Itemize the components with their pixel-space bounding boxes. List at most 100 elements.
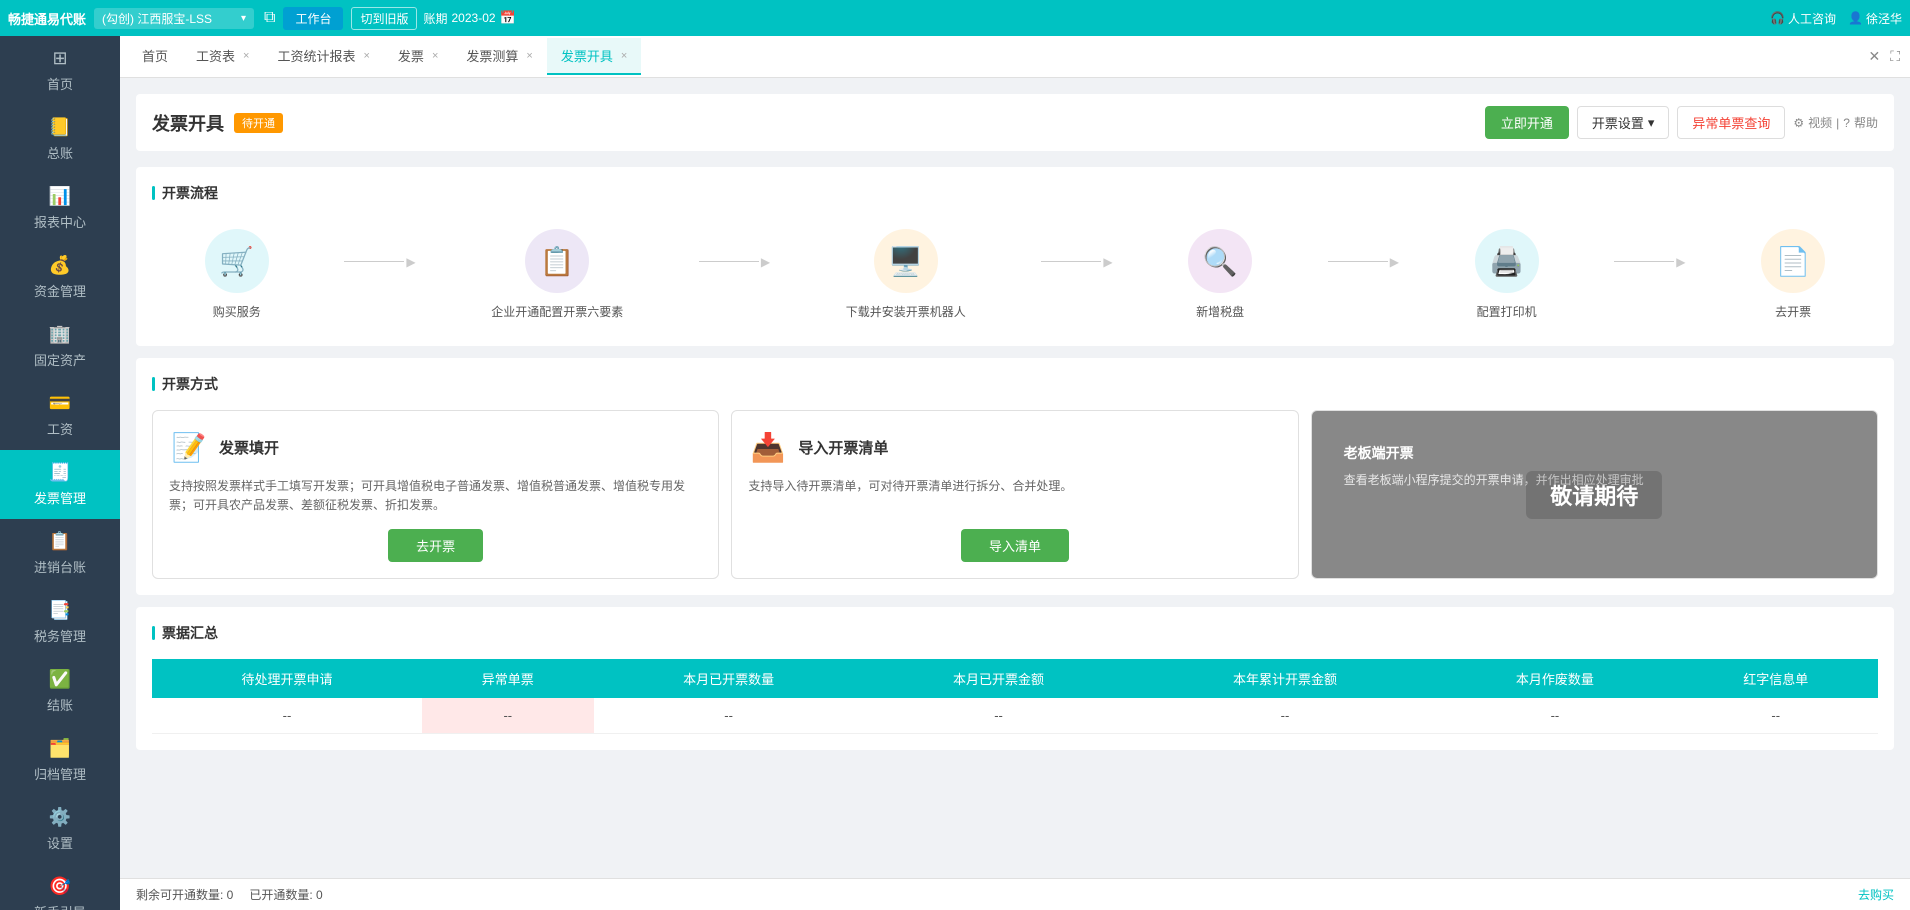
arrow-icon-1: ▶: [761, 255, 770, 269]
step-icon-5: 📄: [1761, 229, 1825, 293]
go-invoice-button[interactable]: 去开票: [388, 529, 483, 562]
sidebar-item-进销台账[interactable]: 📋 进销台账: [0, 519, 120, 588]
tab-close-5[interactable]: ×: [621, 50, 627, 62]
page-content: 发票开具 待开通 立即开通 开票设置 ▾ 异常单票查询 ⚙ 视频 | ? 帮助: [120, 78, 1910, 878]
headset-icon: 🎧: [1770, 11, 1785, 25]
stats-cell-4: --: [1134, 698, 1437, 734]
step-connector-1: ▶: [689, 255, 780, 269]
process-step-5[interactable]: 📄 去开票: [1761, 229, 1825, 320]
sidebar-label-3: 资金管理: [34, 281, 86, 300]
period-label: 账期: [423, 10, 447, 27]
step-label-4: 配置打印机: [1477, 303, 1537, 320]
tab-close-4[interactable]: ×: [526, 50, 532, 62]
tab-首页[interactable]: 首页: [128, 38, 182, 75]
sidebar-label-4: 固定资产: [34, 350, 86, 369]
sidebar-label-0: 首页: [47, 74, 73, 93]
stats-header-1: 异常单票: [422, 659, 594, 698]
main-layout: ⊞ 首页 📒 总账 📊 报表中心 💰 资金管理 🏢 固定资产 💳 工资 🧾 发票…: [0, 36, 1910, 910]
process-step-3[interactable]: 🔍 新增税盘: [1188, 229, 1252, 320]
process-step-2[interactable]: 🖥️ 下载并安装开票机器人: [846, 229, 966, 320]
remaining-quota: 剩余可开通数量: 0: [136, 886, 233, 903]
stats-header-0: 待处理开票申请: [152, 659, 422, 698]
tab-bar-controls: ✕ ⛶: [1866, 46, 1902, 67]
sidebar-icon-3: 💰: [49, 255, 71, 276]
step-label-2: 下载并安装开票机器人: [846, 303, 966, 320]
process-section: 开票流程 🛒 购买服务 ▶ 📋 企业开通配置开票六要素 ▶ 🖥️ 下载并安装开票…: [136, 167, 1894, 346]
import-list-button[interactable]: 导入清单: [961, 529, 1069, 562]
fill-method-title: 发票填开: [219, 437, 279, 458]
buy-link[interactable]: 去购买: [1858, 886, 1894, 903]
stats-cell-0: --: [152, 698, 422, 734]
workbench-button[interactable]: 工作台: [283, 7, 343, 30]
import-method-icon: 📥: [748, 427, 788, 467]
sidebar-item-固定资产[interactable]: 🏢 固定资产: [0, 312, 120, 381]
period-value[interactable]: 2023-02: [452, 11, 496, 25]
sidebar-label-7: 进销台账: [34, 557, 86, 576]
sidebar-item-资金管理[interactable]: 💰 资金管理: [0, 243, 120, 312]
sidebar-item-结账[interactable]: ✅ 结账: [0, 657, 120, 726]
abnormal-query-button[interactable]: 异常单票查询: [1677, 106, 1785, 139]
arrow-icon-2: ▶: [1103, 255, 1112, 269]
open-now-button[interactable]: 立即开通: [1485, 106, 1569, 139]
tab-发票开具[interactable]: 发票开具×: [547, 38, 641, 75]
process-title: 开票流程: [152, 183, 1878, 203]
tab-close-2[interactable]: ×: [363, 50, 369, 62]
fill-method-desc: 支持按照发票样式手工填写开发票；可开具增值税电子普通发票、增值税普通发票、增值税…: [169, 477, 702, 515]
sidebar-item-报表中心[interactable]: 📊 报表中心: [0, 174, 120, 243]
company-selector[interactable]: (勾创) 江西服宝-LSS ▾: [94, 8, 254, 29]
close-tab-icon[interactable]: ✕: [1866, 46, 1882, 67]
sidebar-icon-9: ✅: [49, 669, 71, 690]
sidebar-label-6: 发票管理: [34, 488, 86, 507]
maximize-icon[interactable]: ⛶: [1888, 46, 1902, 67]
tab-label-4: 发票测算: [466, 46, 518, 65]
copy-icon[interactable]: ⧉: [260, 9, 279, 27]
top-bar-right: 🎧 人工咨询 👤 徐泾华: [1770, 10, 1902, 27]
process-step-4[interactable]: 🖨️ 配置打印机: [1475, 229, 1539, 320]
step-label-5: 去开票: [1775, 303, 1811, 320]
connector-line-3: [1328, 261, 1388, 262]
tab-发票[interactable]: 发票 ×: [384, 38, 452, 75]
chevron-down-icon: ▾: [241, 13, 246, 24]
stats-cell-1[interactable]: --: [422, 698, 594, 734]
sidebar-item-工资[interactable]: 💳 工资: [0, 381, 120, 450]
sidebar-item-发票管理[interactable]: 🧾 发票管理: [0, 450, 120, 519]
sidebar-item-首页[interactable]: ⊞ 首页: [0, 36, 120, 105]
page-header-actions: 立即开通 开票设置 ▾ 异常单票查询 ⚙ 视频 | ? 帮助: [1485, 106, 1878, 139]
tab-工资统计报表[interactable]: 工资统计报表×: [263, 38, 383, 75]
opened-quota: 已开通数量: 0: [249, 886, 322, 903]
sidebar-icon-8: 📑: [49, 600, 71, 621]
process-step-1[interactable]: 📋 企业开通配置开票六要素: [491, 229, 623, 320]
sidebar-item-总账[interactable]: 📒 总账: [0, 105, 120, 174]
import-method-card: 📥 导入开票清单 支持导入待开票清单，可对待开票清单进行拆分、合并处理。 导入清…: [731, 410, 1298, 579]
support-button[interactable]: 🎧 人工咨询: [1770, 10, 1836, 27]
connector-line-1: [699, 261, 759, 262]
sidebar-item-设置[interactable]: ⚙️ 设置: [0, 795, 120, 864]
process-step-0[interactable]: 🛒 购买服务: [205, 229, 269, 320]
tab-工资表[interactable]: 工资表×: [182, 38, 263, 75]
sidebar-icon-12: 🎯: [49, 876, 71, 897]
tab-close-3[interactable]: ×: [432, 50, 438, 62]
settings-icon: ⚙: [1793, 116, 1804, 130]
stats-header-6: 红字信息单: [1674, 659, 1878, 698]
fill-method-btn-area: 去开票: [169, 529, 702, 562]
sidebar-item-归档管理[interactable]: 🗂️ 归档管理: [0, 726, 120, 795]
sidebar-item-新手引导[interactable]: 🎯 新手引导: [0, 864, 120, 910]
arrow-icon-0: ▶: [406, 255, 415, 269]
help-icon: ?: [1843, 116, 1850, 130]
sidebar-label-9: 结账: [47, 695, 73, 714]
tab-label-3: 发票: [398, 46, 424, 65]
sidebar-icon-4: 🏢: [49, 324, 71, 345]
tab-发票测算[interactable]: 发票测算 ×: [452, 38, 546, 75]
calendar-icon[interactable]: 📅: [500, 10, 516, 26]
content-area: 首页工资表×工资统计报表×发票×发票测算×发票开具× ✕ ⛶ 发票开具 待开通 …: [120, 36, 1910, 910]
top-bar: 畅捷通易代账 (勾创) 江西服宝-LSS ▾ ⧉ 工作台 切到旧版 账期 202…: [0, 0, 1910, 36]
user-menu[interactable]: 👤 徐泾华: [1848, 10, 1902, 27]
status-badge: 待开通: [234, 113, 283, 133]
tab-close-1[interactable]: ×: [243, 50, 249, 62]
sidebar-item-税务管理[interactable]: 📑 税务管理: [0, 588, 120, 657]
settings-button[interactable]: 开票设置 ▾: [1577, 106, 1670, 139]
old-version-button[interactable]: 切到旧版: [351, 7, 417, 30]
step-icon-2: 🖥️: [874, 229, 938, 293]
tab-bar: 首页工资表×工资统计报表×发票×发票测算×发票开具× ✕ ⛶: [120, 36, 1910, 78]
stats-cell-6: --: [1674, 698, 1878, 734]
